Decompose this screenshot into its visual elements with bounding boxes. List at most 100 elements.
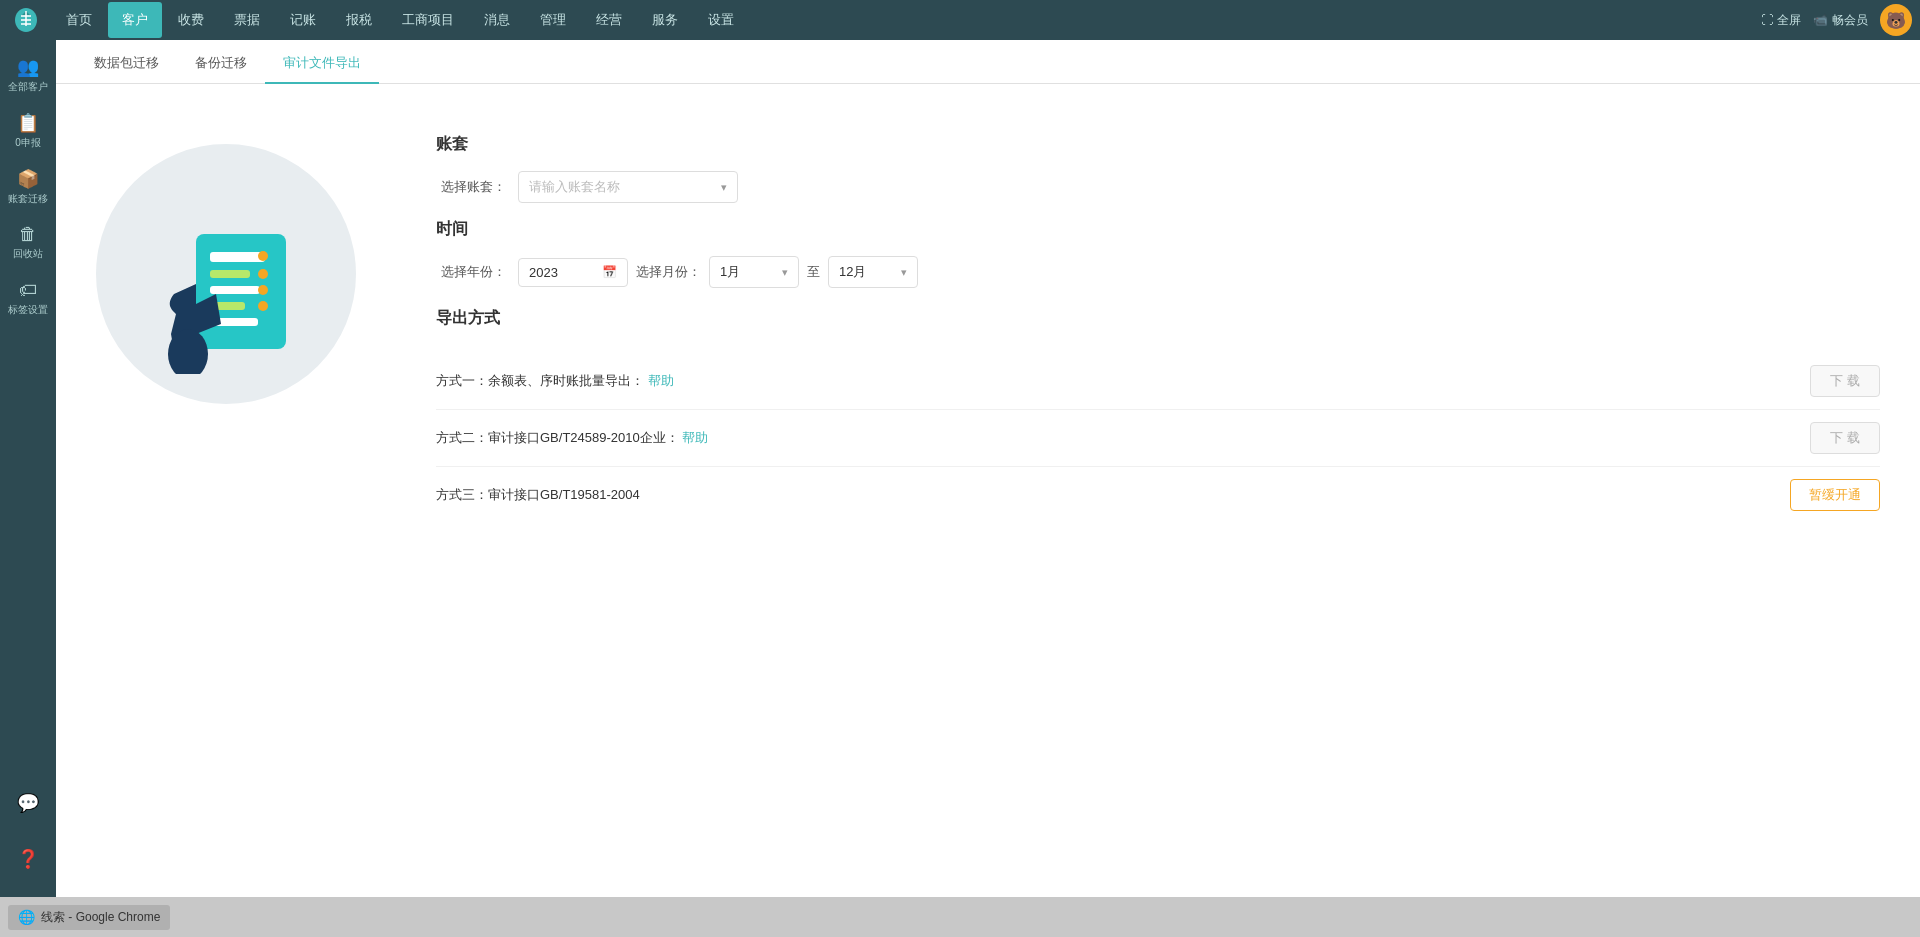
all-clients-label: 全部客户 (8, 81, 48, 93)
tab-audit-export[interactable]: 审计文件导出 (265, 44, 379, 84)
export-method-1-help-link[interactable]: 帮助 (648, 373, 674, 388)
nav-client[interactable]: 客户 (108, 2, 162, 38)
export-method-2-row: 方式二：审计接口GB/T24589-2010企业： 帮助 下 载 (436, 410, 1880, 467)
account-select[interactable]: 请输入账套名称 ▾ (518, 171, 738, 203)
export-method-1-download-button[interactable]: 下 载 (1810, 365, 1880, 397)
sidebar-item-account-migrate[interactable]: 📦 账套迁移 (2, 160, 54, 212)
nav-account[interactable]: 记账 (276, 2, 330, 38)
export-method-3-open-button[interactable]: 暂缓开通 (1790, 479, 1880, 511)
chat-icon: 💬 (17, 792, 39, 814)
svg-rect-2 (210, 270, 250, 278)
year-value: 2023 (529, 265, 558, 280)
illustration-svg (136, 174, 316, 374)
nav-items: 首页 客户 收费 票据 记账 报税 工商项目 消息 管理 经营 服务 设置 (52, 2, 1761, 38)
sidebar-bottom: 💬 ❓ (2, 777, 54, 897)
svg-point-7 (258, 269, 268, 279)
calendar-icon: 📅 (602, 265, 617, 279)
month-to-arrow-icon: ▾ (901, 266, 907, 279)
nav-tax[interactable]: 报税 (332, 2, 386, 38)
left-sidebar: 👥 全部客户 📋 0申报 📦 账套迁移 🗑 回收站 🏷 标签设置 💬 ❓ (0, 40, 56, 897)
export-methods: 方式一：余额表、序时账批量导出： 帮助 下 载 方式二：审计接口GB/T2458… (436, 353, 1880, 523)
tag-icon: 🏷 (19, 280, 37, 301)
nav-manage[interactable]: 管理 (526, 2, 580, 38)
account-form-row: 选择账套： 请输入账套名称 ▾ (436, 171, 1880, 203)
vip-label: 畅会员 (1832, 12, 1868, 29)
nav-invoice[interactable]: 票据 (220, 2, 274, 38)
sidebar-item-all-clients[interactable]: 👥 全部客户 (2, 48, 54, 100)
year-input[interactable]: 2023 📅 (518, 258, 628, 287)
nav-message[interactable]: 消息 (470, 2, 524, 38)
video-icon: 📹 (1813, 13, 1828, 27)
recycle-label: 回收站 (13, 248, 43, 260)
page-content: 账套 选择账套： 请输入账套名称 ▾ 时间 选择年份： 2023 📅 (56, 84, 1920, 897)
avatar[interactable]: 🐻 (1880, 4, 1912, 36)
tabs-bar: 数据包迁移 备份迁移 审计文件导出 (56, 40, 1920, 84)
top-nav-right: ⛶ 全屏 📹 畅会员 🐻 (1761, 4, 1912, 36)
help-icon: ❓ (17, 848, 39, 870)
export-method-3-label: 方式三：审计接口GB/T19581-2004 (436, 486, 1778, 504)
form-area: 账套 选择账套： 请输入账套名称 ▾ 时间 选择年份： 2023 📅 (396, 84, 1920, 897)
taskbar-chrome-item[interactable]: 🌐 线索 - Google Chrome (8, 905, 170, 930)
nav-fee[interactable]: 收费 (164, 2, 218, 38)
tag-settings-label: 标签设置 (8, 304, 48, 316)
month-from-arrow-icon: ▾ (782, 266, 788, 279)
sidebar-chat-button[interactable]: 💬 (2, 777, 54, 829)
content-area: 数据包迁移 备份迁移 审计文件导出 (56, 40, 1920, 897)
export-method-1-label: 方式一：余额表、序时账批量导出： 帮助 (436, 372, 1798, 390)
export-method-2-help-link[interactable]: 帮助 (682, 430, 708, 445)
export-section-title: 导出方式 (436, 308, 1880, 329)
taskbar: 🌐 线索 - Google Chrome (0, 897, 1920, 937)
all-clients-icon: 👥 (17, 56, 39, 78)
nav-home[interactable]: 首页 (52, 2, 106, 38)
sidebar-item-zero-declare[interactable]: 📋 0申报 (2, 104, 54, 156)
svg-point-8 (258, 285, 268, 295)
zero-declare-label: 0申报 (15, 137, 41, 149)
nav-operation[interactable]: 经营 (582, 2, 636, 38)
account-migrate-icon: 📦 (17, 168, 39, 190)
fullscreen-icon: ⛶ (1761, 13, 1773, 27)
recycle-icon: 🗑 (19, 224, 37, 245)
fullscreen-button[interactable]: ⛶ 全屏 (1761, 12, 1801, 29)
logo[interactable] (8, 2, 44, 38)
chrome-icon: 🌐 (18, 909, 35, 925)
vip-button[interactable]: 📹 畅会员 (1813, 12, 1868, 29)
zero-declare-icon: 📋 (17, 112, 39, 134)
month-label: 选择月份： (636, 263, 701, 281)
svg-point-9 (258, 301, 268, 311)
month-to-select[interactable]: 12月 ▾ (828, 256, 918, 288)
illustration-circle (96, 144, 356, 404)
month-from-value: 1月 (720, 263, 740, 281)
export-method-1-text: 方式一：余额表、序时账批量导出： (436, 373, 644, 388)
nav-service[interactable]: 服务 (638, 2, 692, 38)
fullscreen-label: 全屏 (1777, 12, 1801, 29)
sidebar-item-tag-settings[interactable]: 🏷 标签设置 (2, 272, 54, 324)
svg-rect-3 (210, 286, 260, 294)
export-method-3-row: 方式三：审计接口GB/T19581-2004 暂缓开通 (436, 467, 1880, 523)
export-method-3-text: 方式三：审计接口GB/T19581-2004 (436, 487, 640, 502)
sidebar-item-recycle[interactable]: 🗑 回收站 (2, 216, 54, 268)
tab-backup-migrate[interactable]: 备份迁移 (177, 44, 265, 84)
time-input-group: 2023 📅 选择月份： 1月 ▾ 至 12月 ▾ (518, 256, 918, 288)
export-method-1-row: 方式一：余额表、序时账批量导出： 帮助 下 载 (436, 353, 1880, 410)
taskbar-item-label: 线索 - Google Chrome (41, 909, 160, 926)
account-migrate-label: 账套迁移 (8, 193, 48, 205)
export-method-2-text: 方式二：审计接口GB/T24589-2010企业： (436, 430, 679, 445)
svg-rect-1 (210, 252, 265, 262)
sidebar-help-button[interactable]: ❓ (2, 833, 54, 885)
account-label: 选择账套： (436, 178, 506, 196)
dropdown-arrow-icon: ▾ (721, 181, 727, 194)
nav-business[interactable]: 工商项目 (388, 2, 468, 38)
month-from-select[interactable]: 1月 ▾ (709, 256, 799, 288)
tab-data-migrate[interactable]: 数据包迁移 (76, 44, 177, 84)
export-method-2-label: 方式二：审计接口GB/T24589-2010企业： 帮助 (436, 429, 1798, 447)
export-method-2-download-button[interactable]: 下 载 (1810, 422, 1880, 454)
time-section-title: 时间 (436, 219, 1880, 240)
time-form-row: 选择年份： 2023 📅 选择月份： 1月 ▾ 至 12月 (436, 256, 1880, 288)
illustration-area (56, 84, 396, 897)
account-placeholder: 请输入账套名称 (529, 178, 620, 196)
year-label: 选择年份： (436, 263, 506, 281)
account-section-title: 账套 (436, 134, 1880, 155)
top-nav: 首页 客户 收费 票据 记账 报税 工商项目 消息 管理 经营 服务 设置 ⛶ … (0, 0, 1920, 40)
svg-point-6 (258, 251, 268, 261)
nav-settings[interactable]: 设置 (694, 2, 748, 38)
